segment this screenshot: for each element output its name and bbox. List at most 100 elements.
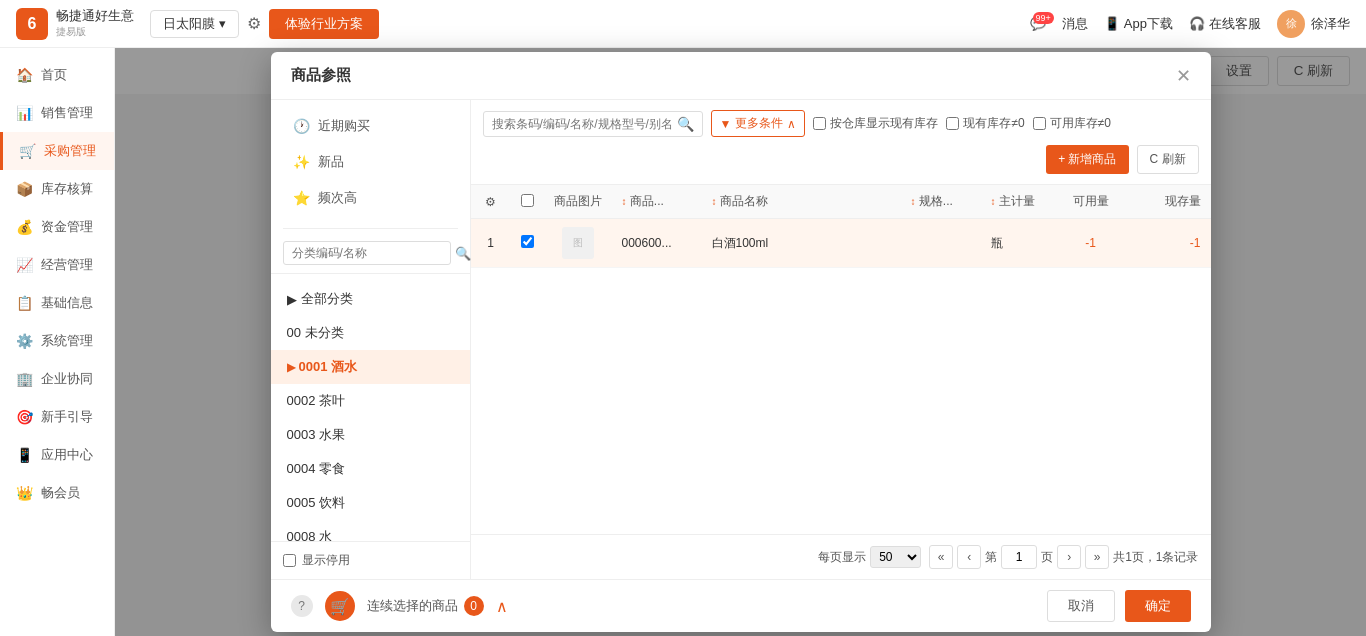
category-search-icon[interactable]: 🔍 [455, 246, 471, 261]
sidebar-item-operations[interactable]: 📈 经营管理 [0, 246, 114, 284]
sort-icon-name: ↕ [712, 196, 717, 207]
cell-check[interactable] [511, 219, 544, 268]
modal-overlay: 商品参照 ✕ 🕐 近期购买 ✨ 新 [115, 48, 1366, 636]
category-item-5[interactable]: 0005 饮料 [271, 486, 470, 520]
col-header-unit[interactable]: ↕ 主计量 [981, 185, 1051, 219]
col-header-code[interactable]: ↕ 商品... [612, 185, 702, 219]
sort-icon-code: ↕ [622, 196, 627, 207]
product-search-icon[interactable]: 🔍 [677, 116, 694, 132]
sidebar-item-basic[interactable]: 📋 基础信息 [0, 284, 114, 322]
trial-button[interactable]: 体验行业方案 [269, 9, 379, 39]
app-logo-icon: 6 [16, 8, 48, 40]
checkbox-avail-nonzero[interactable]: 可用库存≠0 [1033, 115, 1111, 132]
finance-icon: 💰 [16, 219, 33, 235]
category-item-3[interactable]: 0003 水果 [271, 418, 470, 452]
checkbox-stock-nonzero-input[interactable] [946, 117, 959, 130]
col-settings-icon[interactable]: ⚙ [471, 185, 511, 219]
cell-img: 图 [544, 219, 612, 268]
left-tab-recent[interactable]: 🕐 近期购买 [283, 110, 458, 142]
first-page-button[interactable]: « [929, 545, 953, 569]
sidebar-label-operations: 经营管理 [41, 256, 93, 274]
checkbox-stock-nonzero-label: 现有库存≠0 [963, 115, 1024, 132]
category-item-6[interactable]: 0008 水 [271, 520, 470, 541]
main-layout: 🏠 首页 📊 销售管理 🛒 采购管理 📦 库存核算 💰 资金管理 📈 经营管理 … [0, 48, 1366, 636]
inventory-icon: 📦 [16, 181, 33, 197]
add-product-button[interactable]: + 新增商品 [1046, 145, 1128, 174]
messages-label[interactable]: 消息 [1062, 15, 1088, 33]
sidebar-item-member[interactable]: 👑 畅会员 [0, 474, 114, 512]
category-item-all[interactable]: ▶ 全部分类 [271, 282, 470, 316]
checkbox-avail-nonzero-label: 可用库存≠0 [1050, 115, 1111, 132]
help-icon[interactable]: ? [291, 595, 313, 617]
next-page-button[interactable]: › [1057, 545, 1081, 569]
category-item-2[interactable]: 0002 茶叶 [271, 384, 470, 418]
cell-name: 白酒100ml [702, 219, 901, 268]
cart-icon[interactable]: 🛒 [325, 591, 355, 621]
username-label: 徐泽华 [1311, 15, 1350, 33]
filter-icon: ▼ [720, 117, 732, 131]
category-item-0[interactable]: 00 未分类 [271, 316, 470, 350]
selected-count-area: 连续选择的商品 0 [367, 596, 484, 616]
product-reference-modal: 商品参照 ✕ 🕐 近期购买 ✨ 新 [271, 52, 1211, 632]
new-icon: ✨ [293, 154, 310, 170]
category-text-4: 0004 零食 [287, 460, 346, 478]
more-filter-button[interactable]: ▼ 更多条件 ∧ [711, 110, 806, 137]
user-area[interactable]: 徐 徐泽华 [1277, 10, 1350, 38]
sidebar-item-purchase[interactable]: 🛒 采购管理 [0, 132, 114, 170]
sidebar-label-home: 首页 [41, 66, 67, 84]
checkbox-warehouse[interactable]: 按仓库显示现有库存 [813, 115, 938, 132]
category-text-0: 00 未分类 [287, 324, 344, 342]
left-footer: 显示停用 [271, 541, 470, 579]
sidebar-item-inventory[interactable]: 📦 库存核算 [0, 170, 114, 208]
cell-unit: 瓶 [981, 219, 1051, 268]
product-search-wrap: 🔍 [483, 111, 703, 137]
row-checkbox[interactable] [521, 235, 534, 248]
refresh-button[interactable]: C 刷新 [1137, 145, 1199, 174]
show-disabled-text: 显示停用 [302, 552, 350, 569]
prev-page-button[interactable]: ‹ [957, 545, 981, 569]
collapse-icon[interactable]: ∧ [496, 597, 508, 616]
sidebar-item-finance[interactable]: 💰 资金管理 [0, 208, 114, 246]
page-input[interactable] [1001, 545, 1037, 569]
product-search-input[interactable] [492, 117, 677, 131]
sidebar-item-system[interactable]: ⚙️ 系统管理 [0, 322, 114, 360]
basic-info-icon: 📋 [16, 295, 33, 311]
modal-close-button[interactable]: ✕ [1176, 67, 1191, 85]
app-download-nav[interactable]: 📱 App下载 [1104, 15, 1173, 33]
checkbox-avail-nonzero-input[interactable] [1033, 117, 1046, 130]
category-label-all: ▶ [287, 292, 297, 307]
last-page-button[interactable]: » [1085, 545, 1109, 569]
online-service-nav[interactable]: 🎧 在线客服 [1189, 15, 1261, 33]
pagination: 每页显示 10 20 50 100 « ‹ [471, 534, 1211, 579]
left-tab-frequent[interactable]: ⭐ 频次高 [283, 182, 458, 214]
cancel-button[interactable]: 取消 [1047, 590, 1115, 622]
sidebar-item-sales[interactable]: 📊 销售管理 [0, 94, 114, 132]
sidebar-item-apps[interactable]: 📱 应用中心 [0, 436, 114, 474]
confirm-button[interactable]: 确定 [1125, 590, 1191, 622]
category-item-1[interactable]: ▶ 0001 酒水 [271, 350, 470, 384]
col-select-all[interactable] [511, 185, 544, 219]
filter-btn-label: 更多条件 [735, 115, 783, 132]
sidebar-item-home[interactable]: 🏠 首页 [0, 56, 114, 94]
settings-gear-icon[interactable]: ⚙ [247, 14, 261, 33]
col-header-spec[interactable]: ↕ 规格... [901, 185, 981, 219]
store-selector[interactable]: 日太阳膜 ▾ [150, 10, 239, 38]
show-disabled-checkbox[interactable] [283, 554, 296, 567]
category-item-4[interactable]: 0004 零食 [271, 452, 470, 486]
page-size-dropdown[interactable]: 10 20 50 100 [870, 546, 921, 568]
recent-icon: 🕐 [293, 118, 310, 134]
operations-icon: 📈 [16, 257, 33, 273]
category-search-input[interactable] [283, 241, 451, 265]
sidebar-item-guide[interactable]: 🎯 新手引导 [0, 398, 114, 436]
col-header-name[interactable]: ↕ 商品名称 [702, 185, 901, 219]
messages-nav-item[interactable]: 💬 99+ [1030, 16, 1046, 31]
left-tab-new[interactable]: ✨ 新品 [283, 146, 458, 178]
checkbox-warehouse-input[interactable] [813, 117, 826, 130]
checkbox-stock-nonzero[interactable]: 现有库存≠0 [946, 115, 1024, 132]
select-all-checkbox[interactable] [521, 194, 534, 207]
sidebar-item-enterprise[interactable]: 🏢 企业协同 [0, 360, 114, 398]
footer-right: 取消 确定 [1047, 590, 1191, 622]
show-disabled-label[interactable]: 显示停用 [283, 552, 458, 569]
table-row[interactable]: 1 图 000600... 白酒100ml 瓶 [471, 219, 1211, 268]
col-header-avail: 可用量 [1051, 185, 1131, 219]
